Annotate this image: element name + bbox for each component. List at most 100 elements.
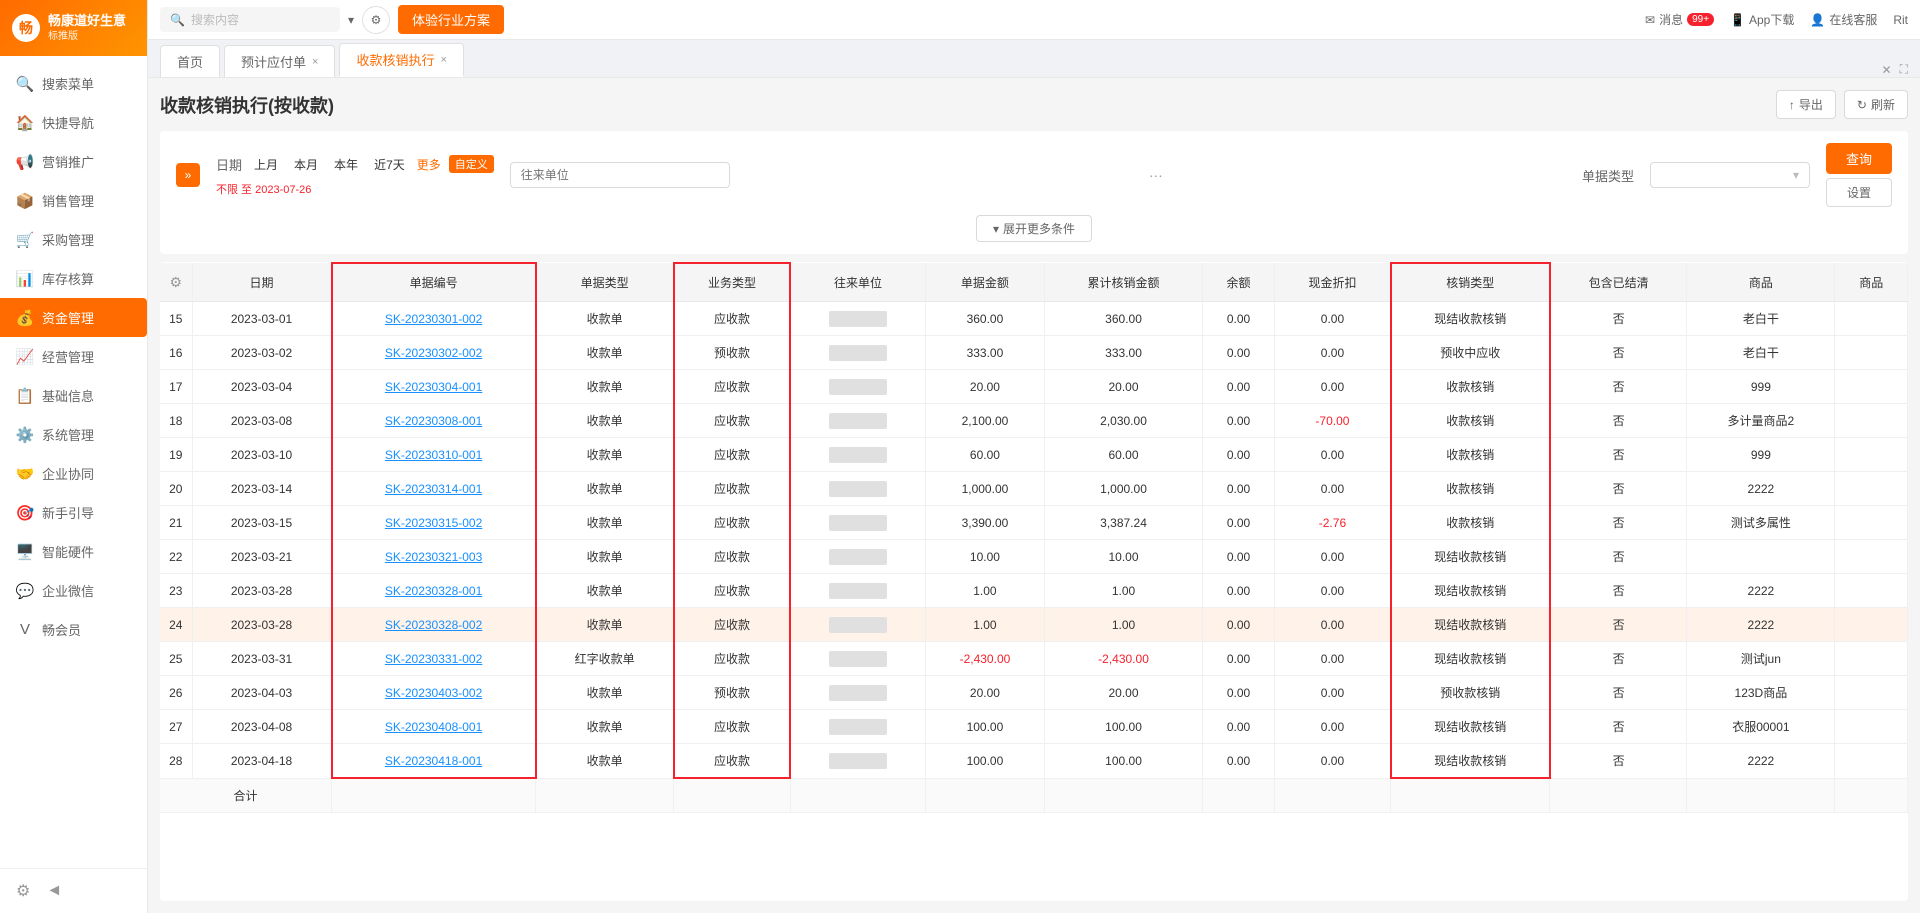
sidebar-item-hardware[interactable]: 🖥️智能硬件 xyxy=(0,532,147,571)
tab-close-icon[interactable]: ✕ xyxy=(1882,63,1892,77)
td-product2-25 xyxy=(1835,642,1908,676)
solution-button[interactable]: 体验行业方案 xyxy=(398,5,504,34)
td-bill-no-20: SK-20230314-001 xyxy=(332,472,536,506)
td-balance-20: 0.00 xyxy=(1202,472,1275,506)
td-balance-22: 0.00 xyxy=(1202,540,1275,574)
topbar-gear-btn[interactable]: ⚙ xyxy=(362,6,390,34)
td-bill-type-24: 收款单 xyxy=(536,608,674,642)
bill-no-link-23[interactable]: SK-20230328-001 xyxy=(385,584,482,598)
td-date-26: 2023-04-03 xyxy=(192,676,332,710)
filter-expand-more: ▾ 展开更多条件 xyxy=(176,215,1892,242)
bill-no-link-19[interactable]: SK-20230310-001 xyxy=(385,448,482,462)
expand-more-btn[interactable]: ▾ 展开更多条件 xyxy=(976,215,1092,242)
column-settings-icon[interactable]: ⚙ xyxy=(169,274,182,290)
tab-close-receive[interactable]: × xyxy=(440,54,446,66)
topbar-search-box[interactable]: 🔍 搜索内容 xyxy=(160,7,340,32)
td-counterparty-19: **** xyxy=(790,438,925,472)
tab-label-home: 首页 xyxy=(177,52,203,71)
td-discount-28: 0.00 xyxy=(1275,744,1391,779)
message-btn[interactable]: ✉ 消息 99+ xyxy=(1645,11,1714,28)
sidebar-item-sales[interactable]: 📦销售管理 xyxy=(0,181,147,220)
bill-no-link-20[interactable]: SK-20230314-001 xyxy=(385,482,482,496)
tab-close-payable[interactable]: × xyxy=(312,56,318,68)
td-total-label: 合计 xyxy=(160,778,332,812)
table-row: 19 2023-03-10 SK-20230310-001 收款单 应收款 **… xyxy=(160,438,1908,472)
tab-label-payable: 预计应付单 xyxy=(241,52,306,71)
td-product1-16: 老白干 xyxy=(1687,336,1835,370)
refresh-button[interactable]: ↻ 刷新 xyxy=(1844,90,1908,119)
sidebar-item-purchase[interactable]: 🛒采购管理 xyxy=(0,220,147,259)
date-this-month[interactable]: 本月 xyxy=(290,154,322,175)
bill-no-link-26[interactable]: SK-20230403-002 xyxy=(385,686,482,700)
page-body: 收款核销执行(按收款) ↑ 导出 ↻ 刷新 » 日期 xyxy=(148,78,1920,913)
td-discount-19: 0.00 xyxy=(1275,438,1391,472)
sidebar-item-member[interactable]: V畅会员 xyxy=(0,610,147,649)
sidebar-item-guide[interactable]: 🎯新手引导 xyxy=(0,493,147,532)
bill-no-link-25[interactable]: SK-20230331-002 xyxy=(385,652,482,666)
sidebar-logo: 畅 畅康道好生意 标推版 xyxy=(0,0,147,56)
date-custom[interactable]: 自定义 xyxy=(449,155,494,173)
sidebar-icon-finance: 💰 xyxy=(16,309,34,327)
topbar-dropdown[interactable]: ▾ xyxy=(348,13,354,27)
sidebar-item-marketing[interactable]: 📢营销推广 xyxy=(0,142,147,181)
setting-button[interactable]: 设置 xyxy=(1826,178,1892,207)
sidebar-item-quick[interactable]: 🏠快捷导航 xyxy=(0,103,147,142)
table-row: 25 2023-03-31 SK-20230331-002 红字收款单 应收款 … xyxy=(160,642,1908,676)
th-writeoff-type: 核销类型 xyxy=(1391,263,1550,302)
table-wrap[interactable]: ⚙ 日期 单据编号 单据类型 业务类型 往来单位 单据金额 累计核销金额 余额 … xyxy=(160,262,1908,901)
bill-no-link-24[interactable]: SK-20230328-002 xyxy=(385,618,482,632)
bill-no-link-22[interactable]: SK-20230321-003 xyxy=(385,550,482,564)
bill-no-link-16[interactable]: SK-20230302-002 xyxy=(385,346,482,360)
th-product1: 商品 xyxy=(1687,263,1835,302)
td-seq-24: 24 xyxy=(160,608,192,642)
sidebar-item-search[interactable]: 🔍搜索菜单 xyxy=(0,64,147,103)
td-bill-type-26: 收款单 xyxy=(536,676,674,710)
td-settled-16: 否 xyxy=(1550,336,1687,370)
date-this-year[interactable]: 本年 xyxy=(330,154,362,175)
app-download-btn[interactable]: 📱 App下载 xyxy=(1730,11,1794,28)
sidebar-item-finance[interactable]: 💰资金管理 xyxy=(0,298,147,337)
table-row: 20 2023-03-14 SK-20230314-001 收款单 应收款 **… xyxy=(160,472,1908,506)
topbar: 🔍 搜索内容 ▾ ⚙ 体验行业方案 ✉ 消息 99+ 📱 App下载 👤 在线客… xyxy=(148,0,1920,40)
user-avatar[interactable]: Rit xyxy=(1893,13,1908,27)
sidebar-item-collab[interactable]: 🤝企业协同 xyxy=(0,454,147,493)
filter-dots[interactable]: ··· xyxy=(746,167,1566,183)
bill-no-link-18[interactable]: SK-20230308-001 xyxy=(385,414,482,428)
filter-expand-btn[interactable]: » xyxy=(176,163,200,187)
date-more[interactable]: 更多 xyxy=(417,156,441,173)
counterparty-input[interactable] xyxy=(510,162,730,188)
td-biz-type-15: 应收款 xyxy=(674,302,791,336)
sidebar-icon-base: 📋 xyxy=(16,387,34,405)
td-bill-no-23: SK-20230328-001 xyxy=(332,574,536,608)
sidebar-item-operation[interactable]: 📈经营管理 xyxy=(0,337,147,376)
td-date-21: 2023-03-15 xyxy=(192,506,332,540)
date-7days[interactable]: 近7天 xyxy=(370,154,409,175)
settings-icon[interactable]: ⚙ xyxy=(16,881,30,901)
sidebar-item-base[interactable]: 📋基础信息 xyxy=(0,376,147,415)
sidebar-item-inventory[interactable]: 📊库存核算 xyxy=(0,259,147,298)
bill-no-link-28[interactable]: SK-20230418-001 xyxy=(385,754,482,768)
date-last-month[interactable]: 上月 xyxy=(250,154,282,175)
query-button[interactable]: 查询 xyxy=(1826,143,1892,174)
td-product1-22 xyxy=(1687,540,1835,574)
sidebar-icon-inventory: 📊 xyxy=(16,270,34,288)
th-settings: ⚙ xyxy=(160,263,192,302)
collapse-icon[interactable]: ◄ xyxy=(46,882,62,900)
td-bill-no-27: SK-20230408-001 xyxy=(332,710,536,744)
service-btn[interactable]: 👤 在线客服 xyxy=(1810,11,1877,28)
bill-no-link-17[interactable]: SK-20230304-001 xyxy=(385,380,482,394)
tab-home[interactable]: 首页 xyxy=(160,45,220,77)
sidebar-icon-wechat: 💬 xyxy=(16,582,34,600)
bill-type-select[interactable]: ▾ xyxy=(1650,162,1810,188)
export-button[interactable]: ↑ 导出 xyxy=(1776,90,1836,119)
td-bill-no-18: SK-20230308-001 xyxy=(332,404,536,438)
tab-receive[interactable]: 收款核销执行× xyxy=(339,43,463,77)
tab-expand-icon[interactable]: ⛶ xyxy=(1900,62,1908,77)
sidebar-icon-marketing: 📢 xyxy=(16,153,34,171)
sidebar-item-wechat[interactable]: 💬企业微信 xyxy=(0,571,147,610)
tab-payable[interactable]: 预计应付单 × xyxy=(224,45,335,77)
bill-no-link-27[interactable]: SK-20230408-001 xyxy=(385,720,482,734)
bill-no-link-15[interactable]: SK-20230301-002 xyxy=(385,312,482,326)
sidebar-item-system[interactable]: ⚙️系统管理 xyxy=(0,415,147,454)
bill-no-link-21[interactable]: SK-20230315-002 xyxy=(385,516,482,530)
